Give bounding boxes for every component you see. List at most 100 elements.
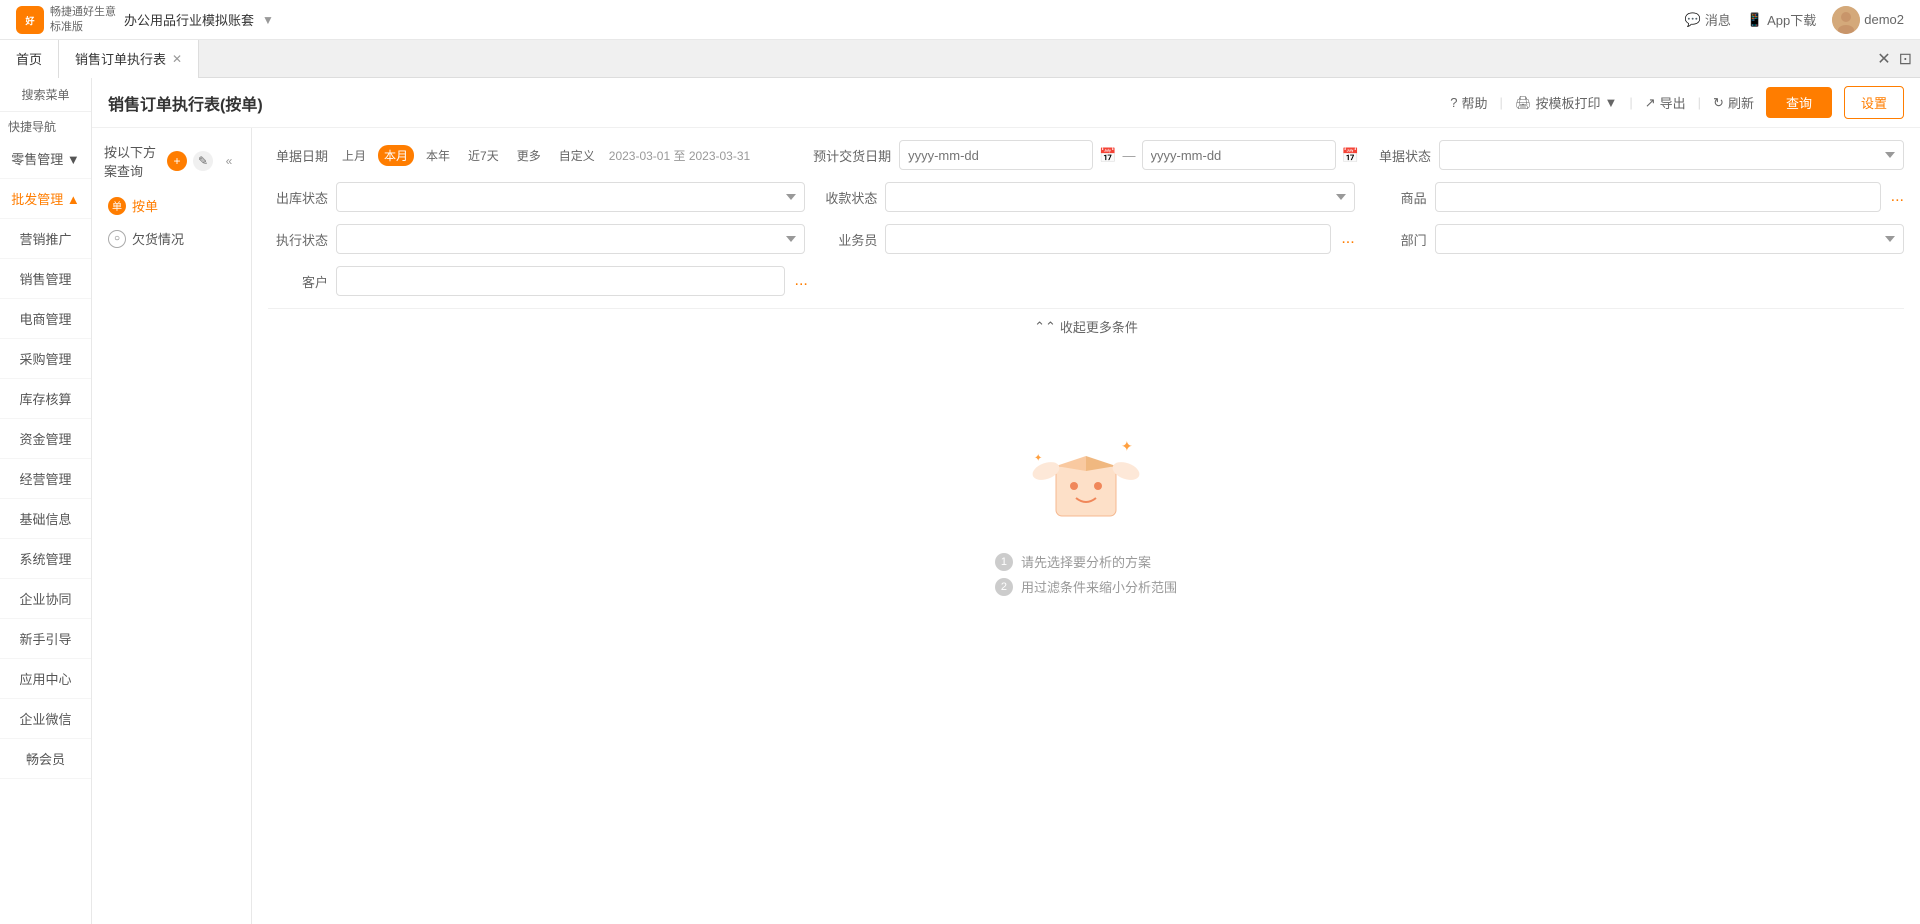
field-goods: 商品 ... [1367, 182, 1904, 212]
sales-rep-input[interactable] [885, 224, 1331, 254]
export-btn[interactable]: ↗ 导出 [1645, 93, 1686, 112]
filter-query-wrap: 按以下方案查询 + ✎ « 单 按单 ○ 欠货情况 [92, 128, 1920, 924]
goods-more-icon[interactable]: ... [1891, 188, 1904, 206]
query-row-4: 客户 ... [268, 266, 1904, 296]
sidebar-item-marketing[interactable]: 营销推广 [0, 219, 91, 259]
expected-date-start[interactable] [899, 140, 1093, 170]
customer-input[interactable] [336, 266, 785, 296]
empty-num-2: 2 [995, 578, 1013, 596]
tab-bar: 首页 销售订单执行表 ✕ ✕ ⊡ [0, 40, 1920, 78]
logo-text: 畅捷通好生意 标准版 [50, 5, 116, 34]
expected-date-start-icon[interactable]: 📅 [1099, 147, 1116, 164]
exec-select[interactable] [336, 224, 805, 254]
expected-date-end[interactable] [1142, 140, 1336, 170]
date-separator: — [1123, 148, 1136, 163]
receipt-select[interactable] [885, 182, 1354, 212]
print-btn[interactable]: 🖨 按模板打印 ▼ [1515, 93, 1617, 112]
sidebar-item-member[interactable]: 畅会员 [0, 739, 91, 779]
help-btn[interactable]: ? 帮助 [1450, 93, 1487, 112]
date-tab-more[interactable]: 更多 [511, 145, 547, 166]
avatar [1832, 6, 1860, 34]
expected-date-range: 📅 — 📅 [899, 140, 1359, 170]
sidebar-item-app-center[interactable]: 应用中心 [0, 659, 91, 699]
app-title-dropdown-icon[interactable]: ▼ [262, 13, 274, 27]
receipt-label: 收款状态 [817, 188, 877, 207]
date-tab-this-year[interactable]: 本年 [420, 145, 456, 166]
tab-close-icon[interactable]: ✕ [172, 52, 182, 66]
filter-plan-presale[interactable]: 单 按单 [92, 188, 251, 223]
query-row-1: 单据日期 上月 本月 本年 近7天 更多 自定义 2023-03-01 至 20… [268, 140, 1904, 170]
sidebar-item-purchase[interactable]: 采购管理 [0, 339, 91, 379]
sidebar: 搜索菜单 快捷导航 零售管理 ▼ 批发管理 ▲ 营销推广 销售管理 电商管理 采… [0, 78, 92, 924]
filter-add-btn[interactable]: + [167, 151, 187, 171]
message-btn[interactable]: 💬 消息 [1685, 10, 1731, 29]
print-dropdown-icon: ▼ [1604, 95, 1617, 110]
dept-label: 部门 [1367, 230, 1427, 249]
expected-date-end-icon[interactable]: 📅 [1342, 147, 1359, 164]
sidebar-item-corp-wechat[interactable]: 企业微信 [0, 699, 91, 739]
query-area: 单据日期 上月 本月 本年 近7天 更多 自定义 2023-03-01 至 20… [252, 128, 1920, 924]
customer-more-icon[interactable]: ... [795, 272, 808, 290]
doc-status-label: 单据状态 [1371, 146, 1431, 165]
sidebar-item-finance[interactable]: 资金管理 [0, 419, 91, 459]
empty-state: ✦ ✦ 1 请先选择要分析的方案 2 用过滤条件来缩小分析范围 [252, 356, 1920, 662]
field-receipt-status: 收款状态 [817, 182, 1354, 212]
query-row-2: 出库状态 收款状态 [268, 182, 1904, 212]
top-bar-right: 💬 消息 📱 App下载 demo2 [1685, 6, 1904, 34]
sidebar-item-wholesale[interactable]: 批发管理 ▲ [0, 179, 91, 219]
sidebar-item-retail[interactable]: 零售管理 ▼ [0, 139, 91, 179]
date-tab-last-month[interactable]: 上月 [336, 145, 372, 166]
date-range-text: 2023-03-01 至 2023-03-31 [609, 147, 750, 164]
tab-restore-btn[interactable]: ⊡ [1899, 49, 1912, 69]
query-button[interactable]: 查询 [1766, 87, 1832, 118]
sidebar-search[interactable]: 搜索菜单 [0, 78, 91, 112]
sidebar-item-newbie[interactable]: 新手引导 [0, 619, 91, 659]
date-tab-last-7days[interactable]: 近7天 [462, 145, 505, 166]
refresh-btn[interactable]: ↻ 刷新 [1713, 93, 1754, 112]
app-download-btn[interactable]: 📱 App下载 [1747, 10, 1816, 29]
print-icon: 🖨 [1515, 95, 1532, 111]
sidebar-item-ecommerce[interactable]: 电商管理 [0, 299, 91, 339]
top-bar: 好 畅捷通好生意 标准版 办公用品行业模拟账套 ▼ 💬 消息 📱 App下载 [0, 0, 1920, 40]
sidebar-item-business[interactable]: 经营管理 [0, 459, 91, 499]
sidebar-search-label[interactable]: 搜索菜单 [8, 86, 83, 103]
dept-select[interactable] [1435, 224, 1904, 254]
empty-tip-2: 2 用过滤条件来缩小分析范围 [995, 577, 1177, 596]
sidebar-item-enterprise[interactable]: 企业协同 [0, 579, 91, 619]
exec-label: 执行状态 [268, 230, 328, 249]
tab-home[interactable]: 首页 [0, 40, 59, 78]
app-title: 办公用品行业模拟账套 [124, 10, 254, 29]
field-outbound-status: 出库状态 [268, 182, 805, 212]
tab-close-all-btn[interactable]: ✕ [1877, 49, 1890, 69]
customer-label: 客户 [268, 272, 328, 291]
collapse-btn[interactable]: ⌃⌃ 收起更多条件 [1034, 317, 1138, 336]
svg-text:✦: ✦ [1034, 453, 1042, 464]
tab-sales-order[interactable]: 销售订单执行表 ✕ [59, 40, 199, 78]
date-tab-this-month[interactable]: 本月 [378, 145, 414, 166]
outbound-select[interactable] [336, 182, 805, 212]
app-title-bar[interactable]: 办公用品行业模拟账套 ▼ [124, 10, 274, 29]
logo-area: 好 畅捷通好生意 标准版 [16, 5, 116, 34]
sidebar-item-system[interactable]: 系统管理 [0, 539, 91, 579]
sidebar-item-sales[interactable]: 销售管理 [0, 259, 91, 299]
settings-button[interactable]: 设置 [1844, 86, 1904, 119]
field-dept: 部门 [1367, 224, 1904, 254]
date-tab-custom[interactable]: 自定义 [553, 145, 601, 166]
help-icon: ? [1450, 95, 1457, 110]
filter-sidebar-actions: + ✎ « [167, 151, 239, 171]
filter-collapse-btn[interactable]: « [219, 151, 239, 171]
user-avatar-btn[interactable]: demo2 [1832, 6, 1904, 34]
filter-plan-debt[interactable]: ○ 欠货情况 [92, 223, 251, 254]
goods-label: 商品 [1367, 188, 1427, 207]
sales-rep-more-icon[interactable]: ... [1341, 230, 1354, 248]
date-label: 单据日期 [268, 146, 328, 165]
sidebar-item-basic[interactable]: 基础信息 [0, 499, 91, 539]
field-expected-date: 预计交货日期 📅 — 📅 [813, 140, 1359, 170]
goods-input[interactable] [1435, 182, 1881, 212]
sidebar-item-inventory[interactable]: 库存核算 [0, 379, 91, 419]
query-row-3: 执行状态 业务员 ... 部门 [268, 224, 1904, 254]
filter-sidebar-title: 按以下方案查询 [104, 142, 167, 180]
download-icon: 📱 [1747, 12, 1763, 28]
filter-edit-btn[interactable]: ✎ [193, 151, 213, 171]
doc-status-select[interactable] [1439, 140, 1904, 170]
